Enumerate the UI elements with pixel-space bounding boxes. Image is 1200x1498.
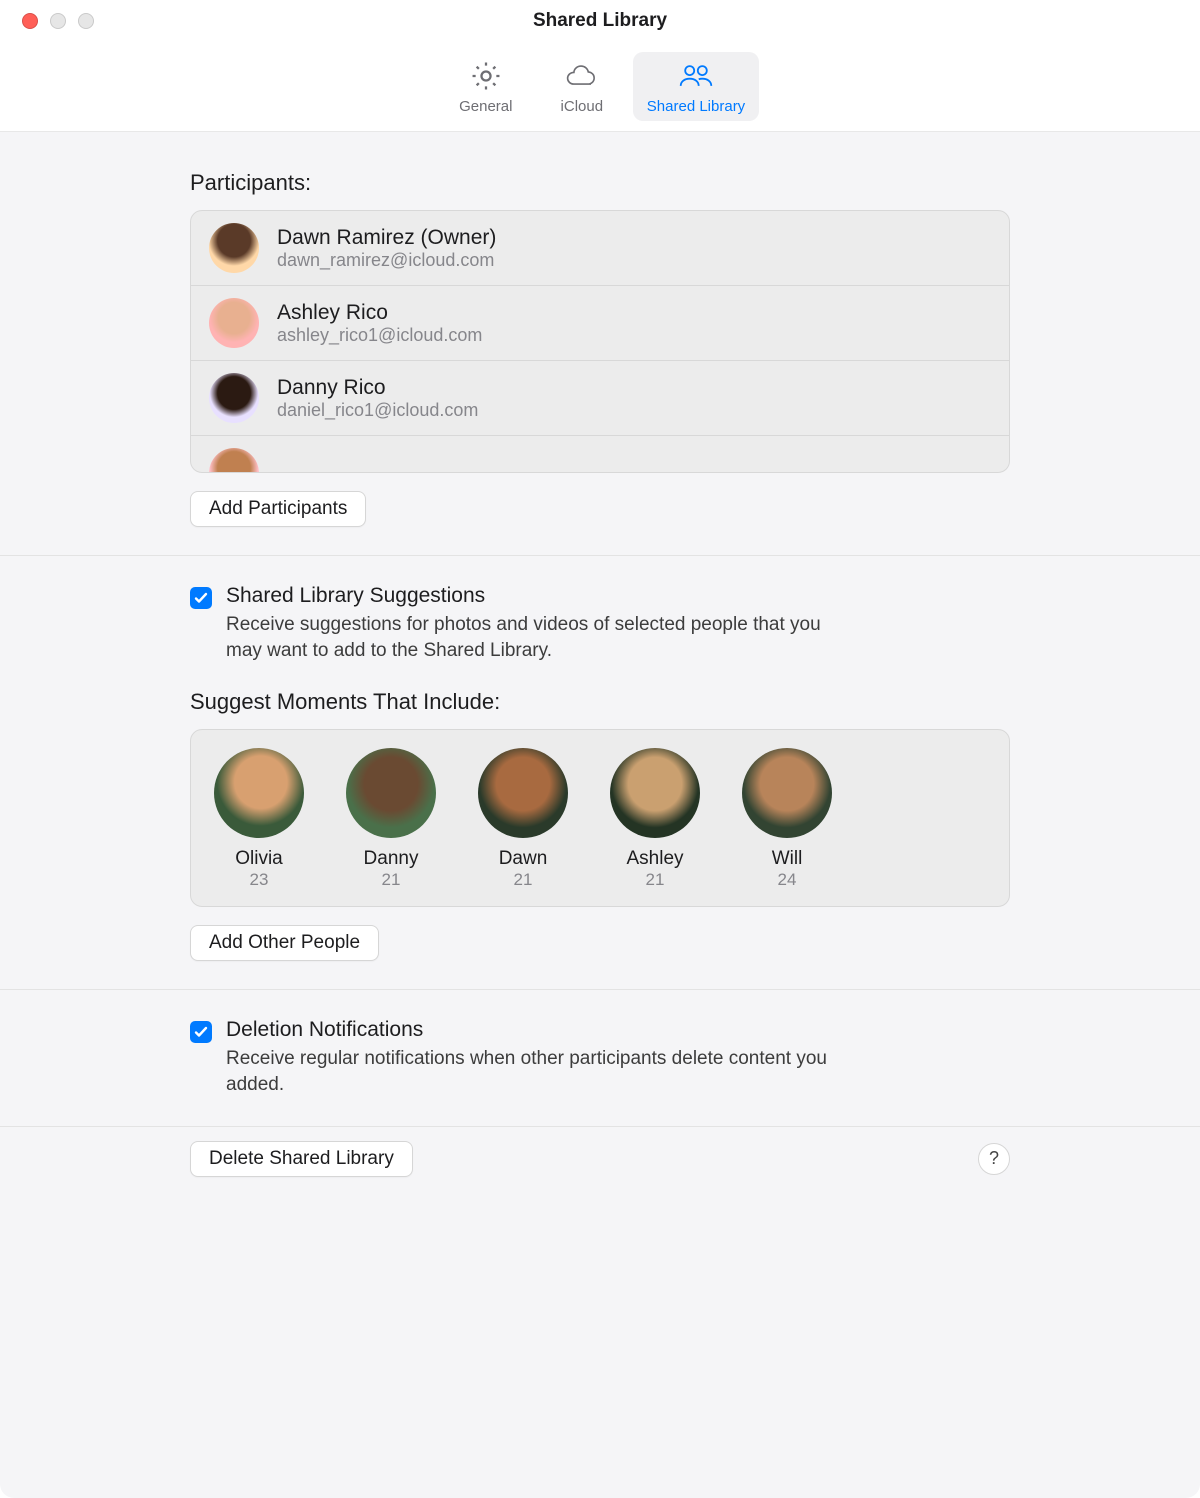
participant-email: daniel_rico1@icloud.com — [277, 400, 478, 422]
person-name: Olivia — [235, 848, 283, 870]
avatar — [209, 448, 259, 473]
gear-icon — [468, 60, 504, 92]
person-item[interactable]: Dawn 21 — [473, 748, 573, 890]
person-name: Will — [772, 848, 803, 870]
suggestions-description: Receive suggestions for photos and video… — [226, 612, 846, 663]
person-photo — [214, 748, 304, 838]
moments-label: Suggest Moments That Include: — [190, 689, 1010, 715]
tab-general[interactable]: General — [441, 52, 531, 121]
person-name: Ashley — [626, 848, 683, 870]
add-other-people-button[interactable]: Add Other People — [190, 925, 379, 961]
person-photo — [742, 748, 832, 838]
deletion-row: Deletion Notifications Receive regular n… — [190, 1018, 1010, 1097]
person-count: 21 — [646, 870, 665, 890]
participant-name: Dawn Ramirez (Owner) — [277, 225, 496, 250]
deletion-description: Receive regular notifications when other… — [226, 1046, 846, 1097]
participants-list[interactable]: Dawn Ramirez (Owner) dawn_ramirez@icloud… — [190, 210, 1010, 473]
suggestions-title: Shared Library Suggestions — [226, 584, 846, 608]
divider — [0, 555, 1200, 556]
person-photo — [478, 748, 568, 838]
person-name: Danny — [364, 848, 419, 870]
participant-name: Ashley Rico — [277, 300, 482, 325]
person-item[interactable]: Will 24 — [737, 748, 837, 890]
person-photo — [610, 748, 700, 838]
tab-general-label: General — [459, 98, 512, 115]
people-list: Olivia 23 Danny 21 Dawn 21 — [190, 729, 1010, 907]
check-icon — [193, 1024, 209, 1040]
person-item[interactable]: Olivia 23 — [209, 748, 309, 890]
tab-shared-label: Shared Library — [647, 98, 745, 115]
deletion-checkbox[interactable] — [190, 1021, 212, 1043]
window-controls — [0, 13, 94, 29]
divider — [0, 1126, 1200, 1127]
person-count: 24 — [778, 870, 797, 890]
person-item[interactable]: Danny 21 — [341, 748, 441, 890]
tab-icloud-label: iCloud — [561, 98, 604, 115]
cloud-icon — [564, 60, 600, 92]
help-button[interactable]: ? — [978, 1143, 1010, 1175]
participants-label: Participants: — [190, 170, 1010, 196]
person-count: 21 — [382, 870, 401, 890]
person-item[interactable]: Ashley 21 — [605, 748, 705, 890]
toolbar-tabs: General iCloud Shared Library — [0, 42, 1200, 132]
person-name: Dawn — [499, 848, 548, 870]
person-photo — [346, 748, 436, 838]
deletion-title: Deletion Notifications — [226, 1018, 846, 1042]
participant-email: dawn_ramirez@icloud.com — [277, 250, 496, 272]
window-title: Shared Library — [0, 10, 1200, 32]
add-participants-button[interactable]: Add Participants — [190, 491, 366, 527]
people-icon — [678, 60, 714, 92]
check-icon — [193, 590, 209, 606]
avatar — [209, 223, 259, 273]
participant-row[interactable]: Dawn Ramirez (Owner) dawn_ramirez@icloud… — [191, 211, 1009, 286]
participant-row[interactable]: Ashley Rico ashley_rico1@icloud.com — [191, 286, 1009, 361]
minimize-button[interactable] — [50, 13, 66, 29]
tab-shared-library[interactable]: Shared Library — [633, 52, 759, 121]
suggestions-checkbox[interactable] — [190, 587, 212, 609]
close-button[interactable] — [22, 13, 38, 29]
person-count: 21 — [514, 870, 533, 890]
person-count: 23 — [250, 870, 269, 890]
divider — [0, 989, 1200, 990]
titlebar: Shared Library — [0, 0, 1200, 42]
delete-shared-library-button[interactable]: Delete Shared Library — [190, 1141, 413, 1177]
suggestions-row: Shared Library Suggestions Receive sugge… — [190, 584, 1010, 663]
participant-row[interactable] — [191, 436, 1009, 473]
participant-name: Danny Rico — [277, 375, 478, 400]
footer-row: Delete Shared Library ? — [190, 1141, 1010, 1177]
participant-row[interactable]: Danny Rico daniel_rico1@icloud.com — [191, 361, 1009, 436]
avatar — [209, 373, 259, 423]
participant-email: ashley_rico1@icloud.com — [277, 325, 482, 347]
settings-window: Shared Library General iCloud — [0, 0, 1200, 1498]
avatar — [209, 298, 259, 348]
content-area: Participants: Dawn Ramirez (Owner) dawn_… — [0, 132, 1200, 1498]
maximize-button[interactable] — [78, 13, 94, 29]
tab-icloud[interactable]: iCloud — [537, 52, 627, 121]
